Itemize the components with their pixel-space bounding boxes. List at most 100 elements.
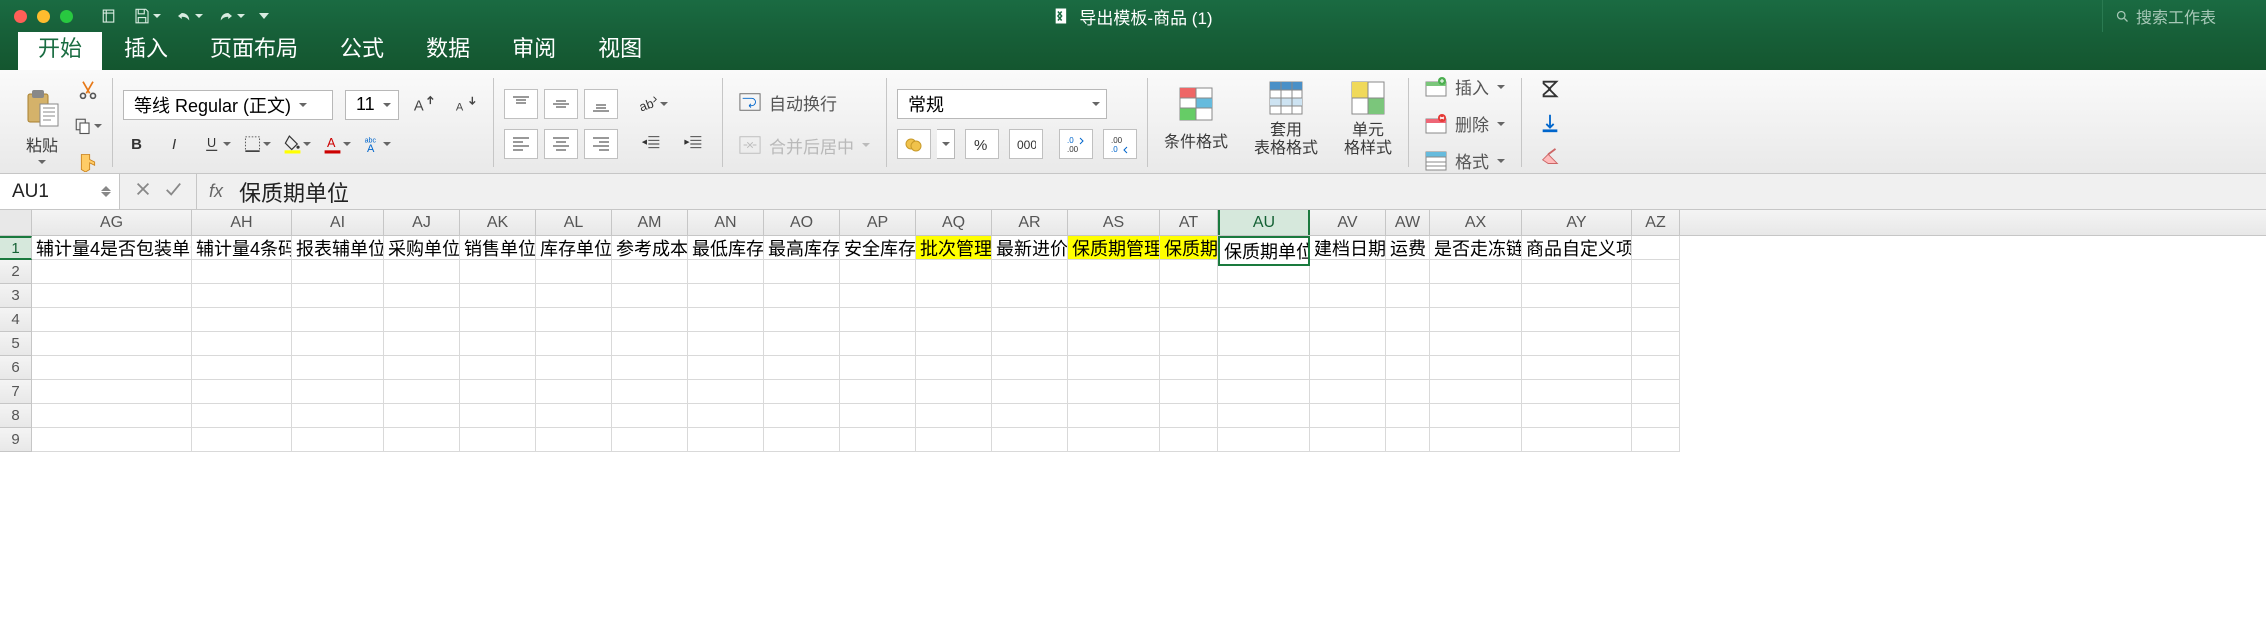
cell-AO7[interactable] [764,380,840,404]
cell-AU4[interactable] [1218,308,1310,332]
wrap-text-button[interactable]: 自动换行 [733,88,876,117]
cell-AG7[interactable] [32,380,192,404]
enter-formula-button[interactable] [164,180,182,203]
cell-AJ3[interactable] [384,284,460,308]
cell-AZ1[interactable] [1632,236,1680,260]
cell-AL2[interactable] [536,260,612,284]
cell-AO9[interactable] [764,428,840,452]
column-header-AM[interactable]: AM [612,210,688,235]
cell-AH3[interactable] [192,284,292,308]
cell-AZ7[interactable] [1632,380,1680,404]
cell-AG9[interactable] [32,428,192,452]
copy-button[interactable] [74,112,102,140]
cell-AZ9[interactable] [1632,428,1680,452]
cell-AK9[interactable] [460,428,536,452]
cell-AH1[interactable]: 辅计量4条码 [192,236,292,260]
cell-AW5[interactable] [1386,332,1430,356]
cell-AY1[interactable]: 商品自定义项 [1522,236,1632,260]
close-window-button[interactable] [14,10,27,23]
bold-button[interactable]: B [123,130,151,158]
row-header-8[interactable]: 8 [0,404,32,428]
cell-AP9[interactable] [840,428,916,452]
cell-AM9[interactable] [612,428,688,452]
cell-AX7[interactable] [1430,380,1522,404]
cell-AX4[interactable] [1430,308,1522,332]
comma-button[interactable]: 000 [1009,129,1043,159]
autosum-button[interactable] [1532,76,1568,102]
row-header-1[interactable]: 1 [0,236,32,260]
cell-AW9[interactable] [1386,428,1430,452]
cell-AS1[interactable]: 保质期管理 [1068,236,1160,260]
cell-AQ4[interactable] [916,308,992,332]
cell-AJ9[interactable] [384,428,460,452]
cell-AY9[interactable] [1522,428,1632,452]
column-header-AK[interactable]: AK [460,210,536,235]
cell-AR4[interactable] [992,308,1068,332]
column-header-AS[interactable]: AS [1068,210,1160,235]
cell-AY5[interactable] [1522,332,1632,356]
cell-AQ6[interactable] [916,356,992,380]
cell-AH2[interactable] [192,260,292,284]
cell-AQ5[interactable] [916,332,992,356]
cell-AU8[interactable] [1218,404,1310,428]
cell-AI5[interactable] [292,332,384,356]
cell-AJ4[interactable] [384,308,460,332]
cell-AQ9[interactable] [916,428,992,452]
cell-AV3[interactable] [1310,284,1386,308]
cell-AK3[interactable] [460,284,536,308]
cell-AO6[interactable] [764,356,840,380]
cell-AX8[interactable] [1430,404,1522,428]
cell-AL4[interactable] [536,308,612,332]
cell-AU1[interactable]: 保质期单位 [1218,236,1310,266]
cell-AV8[interactable] [1310,404,1386,428]
cell-AN7[interactable] [688,380,764,404]
insert-cells-button[interactable]: 插入 [1419,72,1511,101]
cell-AZ3[interactable] [1632,284,1680,308]
maximize-window-button[interactable] [60,10,73,23]
cell-AW6[interactable] [1386,356,1430,380]
cell-AG4[interactable] [32,308,192,332]
cell-AS6[interactable] [1068,356,1160,380]
select-all-corner[interactable] [0,210,32,235]
cell-AI7[interactable] [292,380,384,404]
column-header-AP[interactable]: AP [840,210,916,235]
cell-AL9[interactable] [536,428,612,452]
cell-AR3[interactable] [992,284,1068,308]
minimize-window-button[interactable] [37,10,50,23]
cell-AQ2[interactable] [916,260,992,284]
namebox-up[interactable] [101,186,111,191]
cell-AN6[interactable] [688,356,764,380]
cell-AH4[interactable] [192,308,292,332]
cell-AT2[interactable] [1160,260,1218,284]
underline-button[interactable]: U [203,130,231,158]
cell-AU6[interactable] [1218,356,1310,380]
cell-AT4[interactable] [1160,308,1218,332]
column-header-AH[interactable]: AH [192,210,292,235]
font-color-button[interactable]: A [323,130,351,158]
fill-color-button[interactable] [283,130,311,158]
decrease-font-button[interactable]: A [447,90,483,120]
column-header-AI[interactable]: AI [292,210,384,235]
cell-AI6[interactable] [292,356,384,380]
italic-button[interactable]: I [163,130,191,158]
cell-AV9[interactable] [1310,428,1386,452]
cell-AX1[interactable]: 是否走冻链 [1430,236,1522,260]
cell-AT3[interactable] [1160,284,1218,308]
cell-AP3[interactable] [840,284,916,308]
name-box[interactable]: AU1 [0,174,120,209]
cell-styles-button[interactable]: 单元 格样式 [1338,76,1398,159]
column-header-AW[interactable]: AW [1386,210,1430,235]
cell-AR5[interactable] [992,332,1068,356]
cell-AV2[interactable] [1310,260,1386,284]
qat-redo-button[interactable] [217,7,245,25]
cell-AU9[interactable] [1218,428,1310,452]
align-left-button[interactable] [504,129,538,159]
cell-AW7[interactable] [1386,380,1430,404]
namebox-down[interactable] [101,192,111,197]
row-header-6[interactable]: 6 [0,356,32,380]
cell-AM2[interactable] [612,260,688,284]
cell-AR2[interactable] [992,260,1068,284]
cell-AH7[interactable] [192,380,292,404]
column-header-AR[interactable]: AR [992,210,1068,235]
qat-undo-button[interactable] [175,7,203,25]
